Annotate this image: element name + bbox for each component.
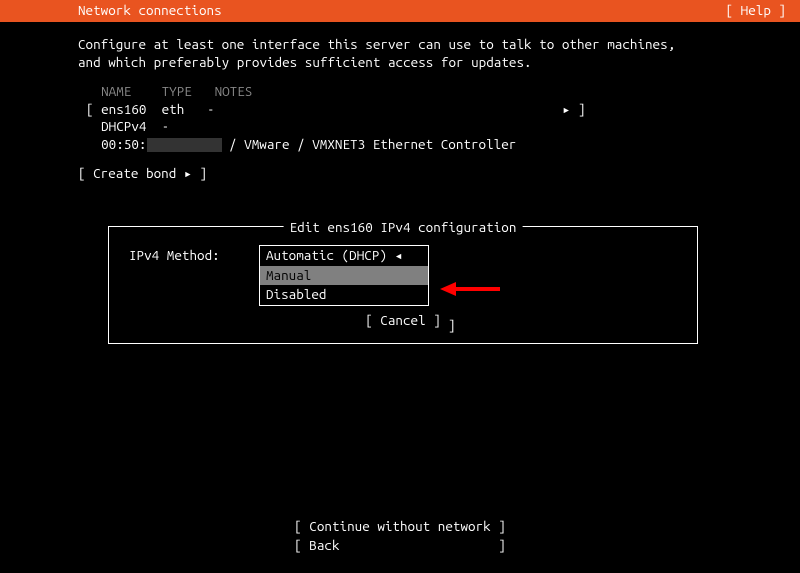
help-button[interactable]: [ Help ] (726, 2, 786, 20)
dialog-title: Edit ens160 IPv4 configuration (284, 219, 523, 237)
back-button[interactable]: [ Back ] (0, 536, 800, 555)
continue-without-network-button[interactable]: [ Continue without network ] (0, 517, 800, 536)
dialog-bracket: ] (448, 317, 456, 335)
description-line2: and which preferably provides sufficient… (78, 54, 722, 72)
option-disabled[interactable]: Disabled (260, 285, 428, 305)
col-name: NAME (86, 83, 131, 99)
mac-prefix: 00:50: (101, 136, 146, 152)
option-manual[interactable]: Manual (260, 266, 428, 286)
footer-actions: [ Continue without network ] [ Back ] (0, 517, 800, 555)
ipv4-config-dialog: Edit ens160 IPv4 configuration IPv4 Meth… (108, 226, 698, 344)
table-header-row: NAME TYPE NOTES (86, 83, 722, 101)
col-type: TYPE (139, 83, 192, 99)
page-title: Network connections (78, 2, 222, 20)
interface-row-ens160[interactable]: [ ens160 eth - ▸ ] (86, 101, 722, 119)
header-bar: Network connections [ Help ] (0, 0, 800, 22)
description-line1: Configure at least one interface this se… (78, 36, 722, 54)
cancel-button[interactable]: [ Cancel ] (129, 312, 677, 330)
create-bond-button[interactable]: [ Create bond ▸ ] (78, 165, 722, 183)
mac-suffix: / VMware / VMXNET3 Ethernet Controller (222, 136, 517, 152)
interface-table: NAME TYPE NOTES [ ens160 eth - ▸ ] DHCPv… (86, 83, 722, 153)
option-automatic-dhcp[interactable]: Automatic (DHCP) (260, 246, 428, 266)
dhcp-row: DHCPv4 - (86, 118, 722, 136)
mac-row: 00:50: / VMware / VMXNET3 Ethernet Contr… (86, 136, 722, 154)
main-content: Configure at least one interface this se… (0, 22, 800, 183)
description-text: Configure at least one interface this se… (78, 36, 722, 71)
ipv4-method-dropdown[interactable]: Automatic (DHCP) Manual Disabled (259, 245, 429, 306)
ipv4-method-label: IPv4 Method: (129, 245, 259, 265)
col-notes: NOTES (199, 83, 252, 99)
mac-redacted (147, 138, 222, 152)
